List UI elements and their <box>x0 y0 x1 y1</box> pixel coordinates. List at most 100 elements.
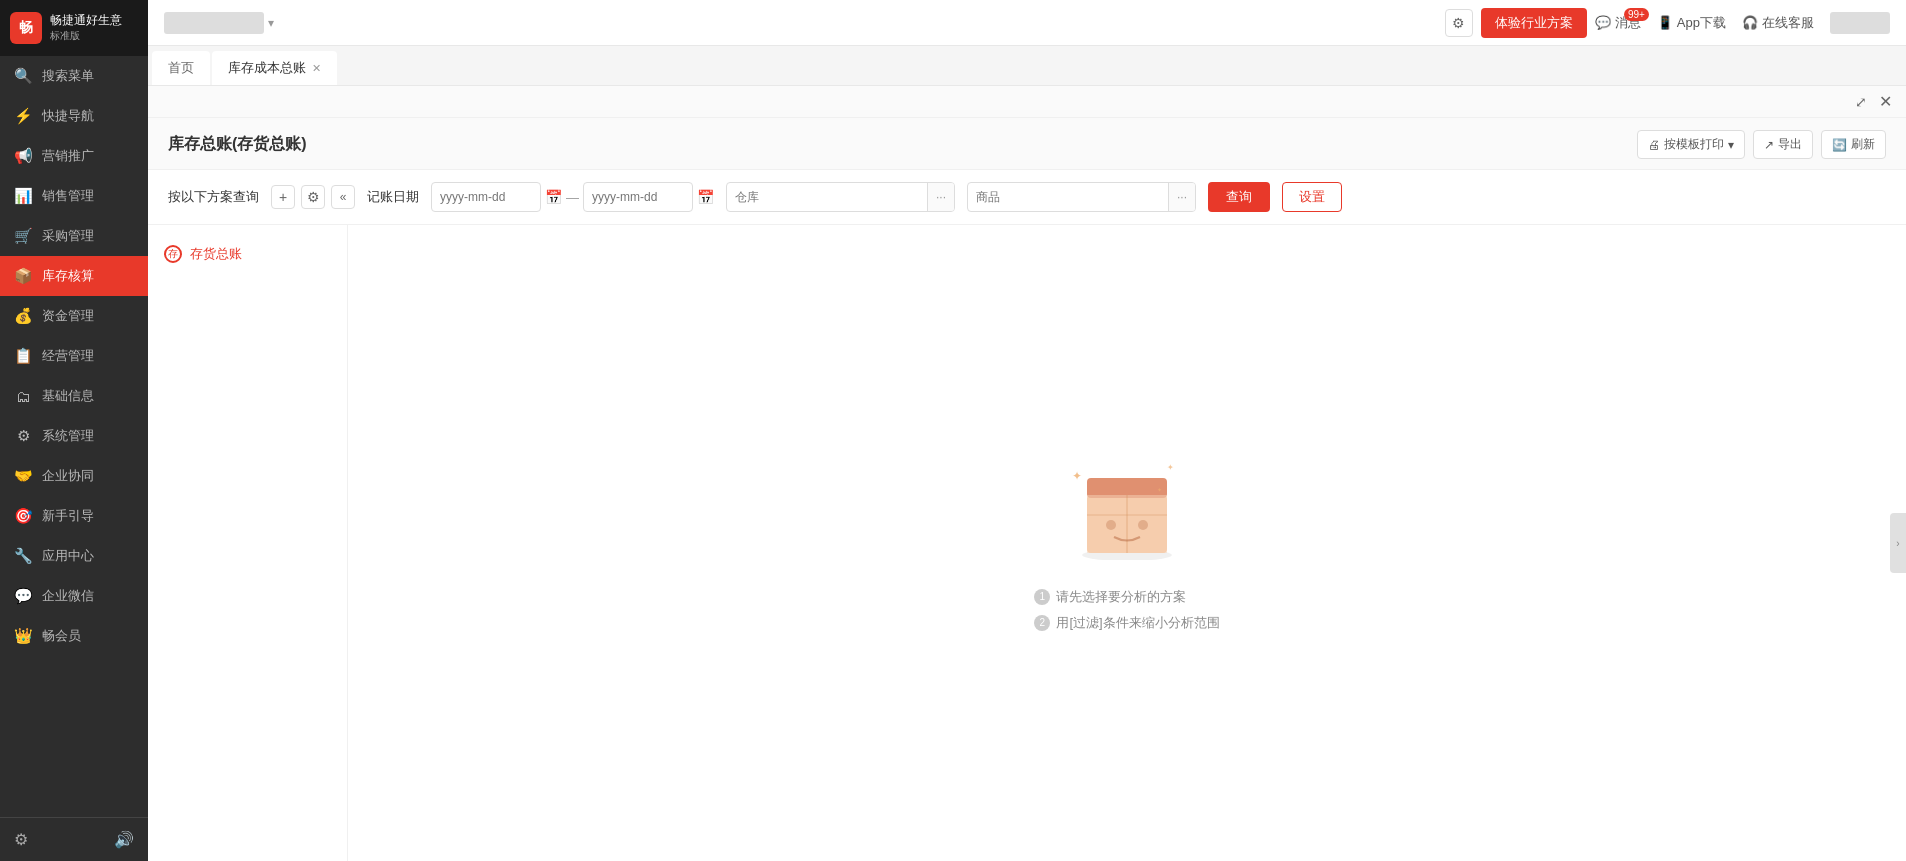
sidebar-item-operations[interactable]: 📋 经营管理 <box>0 336 148 376</box>
date-end-input[interactable] <box>583 182 693 212</box>
main-area: ▾ ⚙ 体验行业方案 💬 消息 99+ 📱 App下载 🎧 在线客服 <box>148 0 1906 861</box>
product-input[interactable] <box>968 190 1168 204</box>
app-download-btn[interactable]: 📱 App下载 <box>1657 14 1726 32</box>
sidebar-item-label: 基础信息 <box>42 387 94 405</box>
right-panel-toggle[interactable]: › <box>1890 513 1906 573</box>
tip-number-2: 2 <box>1034 615 1050 631</box>
sidebar-item-marketing[interactable]: 📢 营销推广 <box>0 136 148 176</box>
svg-text:✦: ✦ <box>1167 463 1174 472</box>
newbie-icon: 🎯 <box>14 507 32 525</box>
refresh-btn[interactable]: 🔄 刷新 <box>1821 130 1886 159</box>
collapse-icon: « <box>340 190 347 204</box>
add-filter-btn[interactable]: + <box>271 185 295 209</box>
sidebar-item-label: 库存核算 <box>42 267 94 285</box>
sidebar-item-enterprise[interactable]: 🤝 企业协同 <box>0 456 148 496</box>
sidebar-item-basic[interactable]: 🗂 基础信息 <box>0 376 148 416</box>
industry-solution-button[interactable]: 体验行业方案 <box>1481 8 1587 38</box>
page-header: 库存总账(存货总账) 🖨 按模板打印 ▾ ↗ 导出 🔄 刷新 <box>148 118 1906 170</box>
home-tab-label: 首页 <box>168 59 194 77</box>
topbar-breadcrumb <box>164 12 264 34</box>
tip-item-1: 1 请先选择要分析的方案 <box>1034 584 1219 610</box>
scheme-item-inventory[interactable]: 存 存货总账 <box>148 237 347 271</box>
tab-label: 库存成本总账 <box>228 59 306 77</box>
empty-illustration: ✦ ✦ ✦ <box>1067 450 1187 560</box>
tab-inventory-cost[interactable]: 库存成本总账 ✕ <box>212 51 337 85</box>
tip-text-2: 用[过滤]条件来缩小分析范围 <box>1056 610 1219 636</box>
search-btn[interactable]: 查询 <box>1208 182 1270 212</box>
sidebar-item-label: 新手引导 <box>42 507 94 525</box>
panel-close-btn[interactable]: ✕ <box>1873 90 1898 113</box>
date-start-input[interactable] <box>431 182 541 212</box>
marketing-icon: 📢 <box>14 147 32 165</box>
apps-icon: 🔧 <box>14 547 32 565</box>
tab-home[interactable]: 首页 <box>152 51 210 85</box>
online-service-label: 在线客服 <box>1762 14 1814 32</box>
sidebar-item-label: 快捷导航 <box>42 107 94 125</box>
page-actions: 🖨 按模板打印 ▾ ↗ 导出 🔄 刷新 <box>1637 130 1886 159</box>
product-field: ··· <box>967 182 1196 212</box>
warehouse-more-btn[interactable]: ··· <box>927 183 954 211</box>
app-icon: 📱 <box>1657 15 1673 30</box>
panel-expand-btn[interactable]: ⤢ <box>1849 92 1873 112</box>
settings-footer-icon[interactable]: ⚙ <box>14 830 28 849</box>
sidebar-item-wechat[interactable]: 💬 企业微信 <box>0 576 148 616</box>
topbar-gear-btn[interactable]: ⚙ <box>1445 9 1473 37</box>
messages-btn[interactable]: 💬 消息 99+ <box>1595 14 1641 32</box>
warehouse-input[interactable] <box>727 190 927 204</box>
filter-collapse-btn[interactable]: « <box>331 185 355 209</box>
sidebar-item-quick-nav[interactable]: ⚡ 快捷导航 <box>0 96 148 136</box>
add-icon: + <box>279 189 287 205</box>
svg-point-7 <box>1138 520 1148 530</box>
warehouse-field: ··· <box>726 182 955 212</box>
page-title: 库存总账(存货总账) <box>168 134 307 155</box>
scheme-icon-text: 存 <box>168 247 178 261</box>
tip-number-1: 1 <box>1034 589 1050 605</box>
toggle-arrow-icon: › <box>1896 538 1899 549</box>
filter-settings-btn[interactable]: ⚙ <box>301 185 325 209</box>
export-icon: ↗ <box>1764 138 1774 152</box>
tab-close-icon[interactable]: ✕ <box>312 63 321 74</box>
sales-icon: 📊 <box>14 187 32 205</box>
topbar: ▾ ⚙ 体验行业方案 💬 消息 99+ 📱 App下载 🎧 在线客服 <box>148 0 1906 46</box>
member-icon: 👑 <box>14 627 32 645</box>
sidebar-item-funds[interactable]: 💰 资金管理 <box>0 296 148 336</box>
svg-text:✦: ✦ <box>1157 487 1162 493</box>
filter-scheme-panel: 存 存货总账 <box>148 225 348 861</box>
gear-icon: ⚙ <box>1452 15 1465 31</box>
audio-footer-icon[interactable]: 🔊 <box>114 830 134 849</box>
export-label: 导出 <box>1778 136 1802 153</box>
sidebar-item-inventory[interactable]: 📦 库存核算 <box>0 256 148 296</box>
calendar-start-icon[interactable]: 📅 <box>545 189 562 205</box>
sidebar-item-purchase[interactable]: 🛒 采购管理 <box>0 216 148 256</box>
sidebar-item-search[interactable]: 🔍 搜索菜单 <box>0 56 148 96</box>
sidebar-item-label: 营销推广 <box>42 147 94 165</box>
product-more-btn[interactable]: ··· <box>1168 183 1195 211</box>
tab-bar: 首页 库存成本总账 ✕ <box>148 46 1906 86</box>
sidebar-item-system[interactable]: ⚙ 系统管理 <box>0 416 148 456</box>
sidebar-item-member[interactable]: 👑 畅会员 <box>0 616 148 656</box>
topbar-dropdown-arrow[interactable]: ▾ <box>268 16 274 30</box>
app-subtitle: 标准版 <box>50 29 122 43</box>
sidebar-item-sales[interactable]: 📊 销售管理 <box>0 176 148 216</box>
inventory-icon: 📦 <box>14 267 32 285</box>
print-template-btn[interactable]: 🖨 按模板打印 ▾ <box>1637 130 1745 159</box>
sidebar-item-label: 采购管理 <box>42 227 94 245</box>
sidebar-item-newbie[interactable]: 🎯 新手引导 <box>0 496 148 536</box>
filter-label: 按以下方案查询 <box>168 188 259 206</box>
user-avatar[interactable] <box>1830 12 1890 34</box>
basic-icon: 🗂 <box>14 388 32 405</box>
export-btn[interactable]: ↗ 导出 <box>1753 130 1813 159</box>
app-name: 畅捷通好生意 <box>50 13 122 29</box>
content-area: ⤢ ✕ 库存总账(存货总账) 🖨 按模板打印 ▾ ↗ 导出 🔄 刷新 <box>148 86 1906 861</box>
setting-btn[interactable]: 设置 <box>1282 182 1342 212</box>
purchase-icon: 🛒 <box>14 227 32 245</box>
filter-actions: + ⚙ « <box>271 185 355 209</box>
sidebar-item-apps[interactable]: 🔧 应用中心 <box>0 536 148 576</box>
sidebar-footer: ⚙ 🔊 <box>0 817 148 861</box>
lightning-icon: ⚡ <box>14 107 32 125</box>
date-separator: — <box>566 190 579 205</box>
calendar-end-icon[interactable]: 📅 <box>697 189 714 205</box>
app-download-label: App下载 <box>1677 14 1726 32</box>
system-icon: ⚙ <box>14 427 32 445</box>
online-service-btn[interactable]: 🎧 在线客服 <box>1742 14 1814 32</box>
